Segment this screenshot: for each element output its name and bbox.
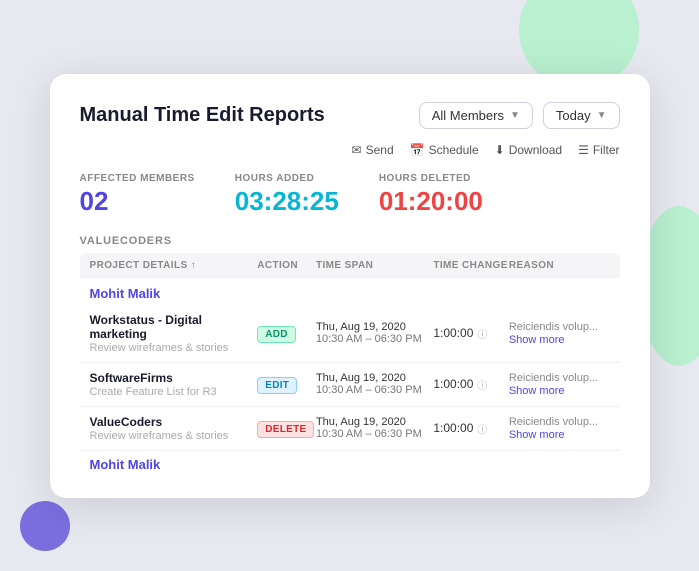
members-filter-label: All Members [432,108,504,123]
info-icon: ⓘ [477,326,487,341]
col-time-change: TIME CHANGE [433,260,508,271]
header-filters: All Members ▼ Today ▼ [419,102,620,129]
stat-hours-deleted-label: HOURS DELETED [379,173,483,184]
send-icon: ✉ [352,143,362,157]
project-details-cell: SoftwareFirms Create Feature List for R3 [90,371,258,398]
reason-text: Reiciendis volup... [509,416,610,428]
project-details-cell: ValueCoders Review wireframes & stories [90,415,258,442]
action-cell: EDIT [257,375,316,394]
reason-text: Reiciendis volup... [509,372,610,384]
table-body: Mohit Malik Workstatus - Digital marketi… [80,278,620,474]
main-card: Manual Time Edit Reports All Members ▼ T… [50,74,650,498]
section-label: VALUECODERS [80,235,620,247]
header: Manual Time Edit Reports All Members ▼ T… [80,102,620,129]
schedule-button[interactable]: 📅 Schedule [410,143,479,157]
info-icon: ⓘ [477,421,487,436]
toolbar: ✉ Send 📅 Schedule ⬇ Download ☰ Filter [80,143,620,157]
table-row: ValueCoders Review wireframes & stories … [80,407,620,451]
action-badge-add: ADD [257,326,296,343]
send-button[interactable]: ✉ Send [352,143,394,157]
table-header-row: PROJECT DETAILS ↑ ACTION TIME SPAN TIME … [80,253,620,278]
time-span-cell: Thu, Aug 19, 2020 10:30 AM – 06:30 PM [316,372,433,396]
member-header-mohit-malik: Mohit Malik [80,278,620,305]
reason-cell: Reiciendis volup... Show more [509,372,610,397]
filter-label: Filter [593,143,620,157]
col-reason: REASON [509,260,610,271]
date-filter-dropdown[interactable]: Today ▼ [543,102,620,129]
download-label: Download [509,143,562,157]
table-row: Workstatus - Digital marketing Review wi… [80,305,620,363]
time-change-cell: 1:00:00 ⓘ [433,326,508,341]
schedule-label: Schedule [429,143,479,157]
action-cell: ADD [257,324,316,343]
project-name: SoftwareFirms [90,371,258,385]
action-badge-edit: EDIT [257,377,297,394]
time-change-cell: 1:00:00 ⓘ [433,421,508,436]
col-action: ACTION [257,260,316,271]
project-sub: Create Feature List for R3 [90,386,258,398]
time-span-time: 10:30 AM – 06:30 PM [316,428,433,440]
table-row: SoftwareFirms Create Feature List for R3… [80,363,620,407]
time-change-value: 1:00:00 [433,377,473,391]
show-more-link[interactable]: Show more [509,385,610,397]
time-change-value: 1:00:00 [433,326,473,340]
download-icon: ⬇ [495,143,505,157]
calendar-icon: 📅 [410,143,425,157]
filter-button[interactable]: ☰ Filter [578,143,619,157]
stat-affected-members: AFFECTED MEMBERS 02 [80,173,195,217]
reason-cell: Reiciendis volup... Show more [509,321,610,346]
info-icon: ⓘ [477,377,487,392]
col-time-span: TIME SPAN [316,260,433,271]
chevron-down-icon: ▼ [510,110,520,121]
stat-affected-value: 02 [80,186,195,217]
members-filter-dropdown[interactable]: All Members ▼ [419,102,533,129]
action-badge-delete: DELETE [257,421,314,438]
reason-cell: Reiciendis volup... Show more [509,416,610,441]
time-change-cell: 1:00:00 ⓘ [433,377,508,392]
project-name: Workstatus - Digital marketing [90,313,258,341]
stat-hours-deleted-value: 01:20:00 [379,186,483,217]
project-name: ValueCoders [90,415,258,429]
chevron-down-icon: ▼ [597,110,607,121]
data-table: PROJECT DETAILS ↑ ACTION TIME SPAN TIME … [80,253,620,474]
time-span-time: 10:30 AM – 06:30 PM [316,333,433,345]
filter-icon: ☰ [578,143,589,157]
stat-hours-added-label: HOURS ADDED [235,173,339,184]
time-span-cell: Thu, Aug 19, 2020 10:30 AM – 06:30 PM [316,321,433,345]
project-details-cell: Workstatus - Digital marketing Review wi… [90,313,258,354]
time-span-date: Thu, Aug 19, 2020 [316,372,433,384]
stat-hours-added-value: 03:28:25 [235,186,339,217]
time-span-date: Thu, Aug 19, 2020 [316,321,433,333]
bg-decoration-bottom-left [20,501,70,551]
show-more-link[interactable]: Show more [509,429,610,441]
time-span-date: Thu, Aug 19, 2020 [316,416,433,428]
stat-affected-label: AFFECTED MEMBERS [80,173,195,184]
page-title: Manual Time Edit Reports [80,104,325,127]
time-span-time: 10:30 AM – 06:30 PM [316,384,433,396]
show-more-link[interactable]: Show more [509,334,610,346]
member-footer-mohit-malik: Mohit Malik [80,451,620,474]
send-label: Send [366,143,394,157]
stat-hours-added: HOURS ADDED 03:28:25 [235,173,339,217]
stat-hours-deleted: HOURS DELETED 01:20:00 [379,173,483,217]
stats-row: AFFECTED MEMBERS 02 HOURS ADDED 03:28:25… [80,173,620,217]
date-filter-label: Today [556,108,591,123]
reason-text: Reiciendis volup... [509,321,610,333]
time-span-cell: Thu, Aug 19, 2020 10:30 AM – 06:30 PM [316,416,433,440]
project-sub: Review wireframes & stories [90,342,258,354]
time-change-value: 1:00:00 [433,421,473,435]
project-sub: Review wireframes & stories [90,430,258,442]
download-button[interactable]: ⬇ Download [495,143,562,157]
action-cell: DELETE [257,419,316,438]
col-project-details: PROJECT DETAILS ↑ [90,260,258,271]
